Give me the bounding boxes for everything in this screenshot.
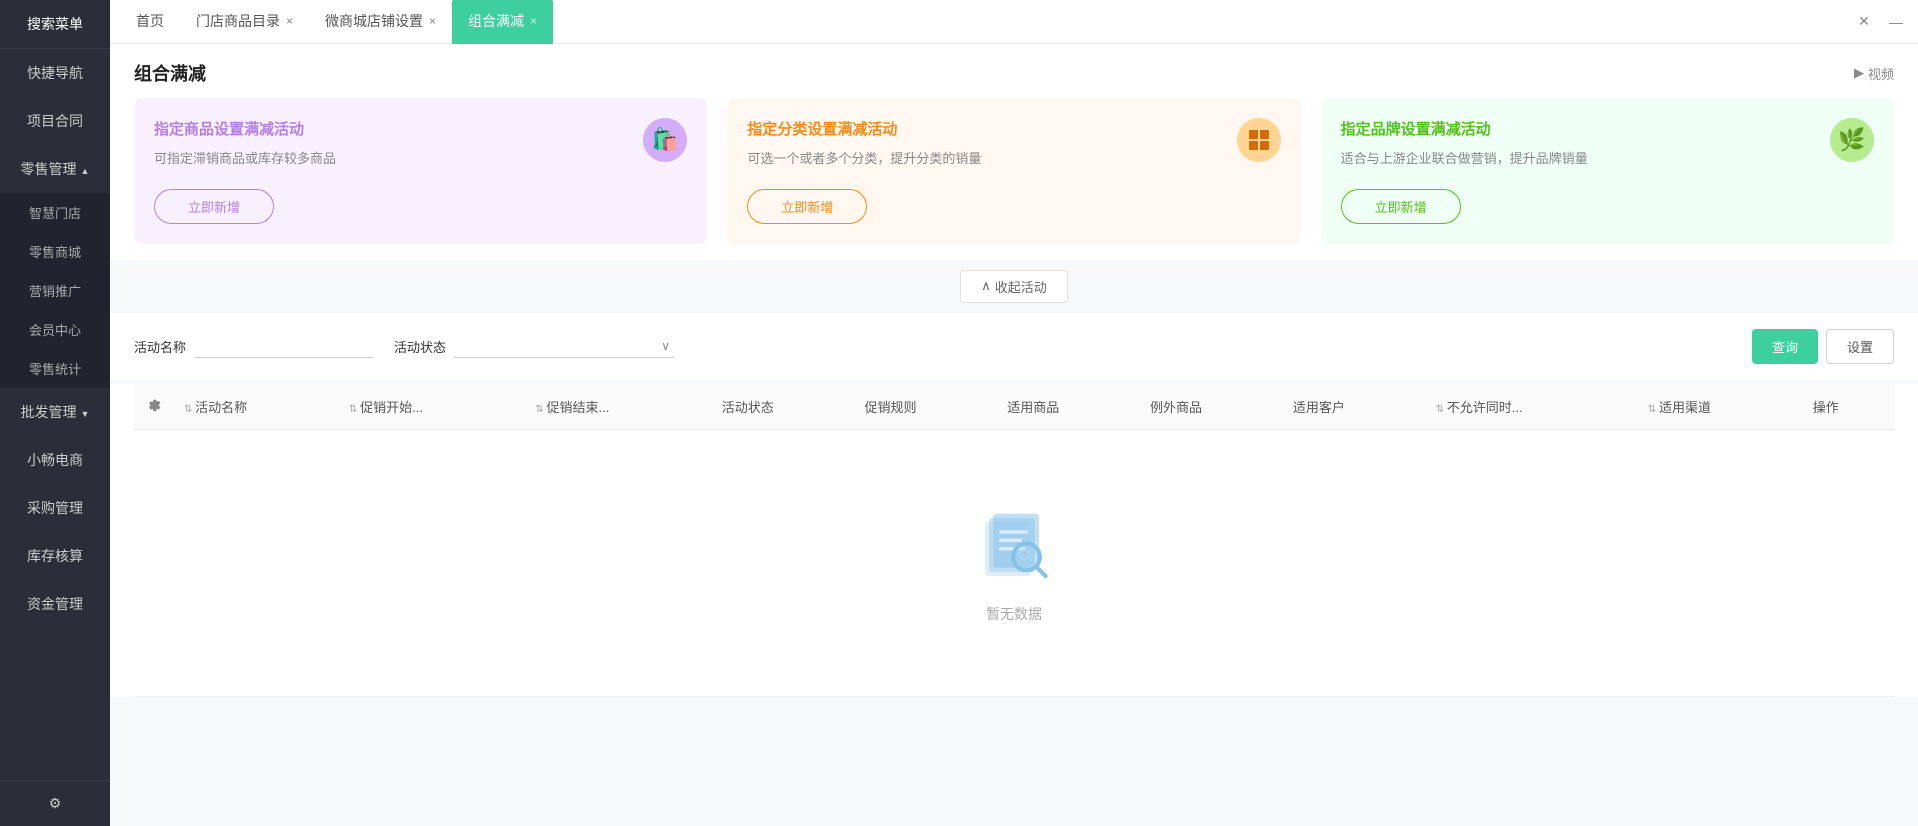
sidebar-item-xiaochangec[interactable]: 小畅电商 [0, 436, 110, 484]
filter-activity-status: 活动状态 进行中 已结束 未开始 [394, 334, 674, 358]
page-header: 组合满减 ▶ 视频 [110, 44, 1918, 98]
sidebar-item-finance[interactable]: 资金管理 [0, 580, 110, 628]
sidebar-sub-item-member-center[interactable]: 会员中心 [0, 310, 110, 349]
tab-store-catalog-close[interactable]: × [286, 14, 293, 28]
tab-combo-discount-label: 组合满减 [468, 11, 524, 31]
collapse-up-icon: ∧ [981, 278, 991, 294]
sidebar-item-quick-nav[interactable]: 快捷导航 [0, 49, 110, 97]
sidebar-item-project-contract[interactable]: 项目合同 [0, 97, 110, 145]
tab-home[interactable]: 首页 [120, 0, 180, 44]
video-label: 视频 [1868, 64, 1894, 83]
product-card-desc: 可指定滞销商品或库存较多商品 [154, 149, 687, 169]
window-minimize-btn[interactable]: — [1884, 10, 1908, 34]
th-action: 操作 [1803, 384, 1894, 430]
gear-icon: ⚙ [49, 795, 62, 811]
category-card-icon [1237, 118, 1281, 162]
collapse-btn-label: 收起活动 [995, 277, 1047, 296]
sidebar-sub-item-retail-stats[interactable]: 零售统计 [0, 349, 110, 388]
window-close-btn[interactable]: ✕ [1852, 10, 1876, 34]
th-gear[interactable] [134, 384, 174, 430]
category-card: 指定分类设置满减活动 可选一个或者多个分类，提升分类的销量 立即新增 [727, 98, 1300, 244]
tab-wechat-settings-close[interactable]: × [429, 14, 436, 28]
page-content: 组合满减 ▶ 视频 🛍️ 指定商品设置满减活动 可指定滞销商品或库存较多商品 立… [110, 44, 1918, 826]
sidebar-sub-item-smart-store[interactable]: 智慧门店 [0, 193, 110, 232]
table-section: 活动名称 促销开始... 促销结束... 活动状态 促销规则 适用商品 例外商品… [110, 384, 1918, 697]
tab-combo-discount-close[interactable]: × [530, 14, 537, 28]
brand-card-title: 指定品牌设置满减活动 [1341, 118, 1874, 139]
product-card-title: 指定商品设置满减活动 [154, 118, 687, 139]
th-rule: 促销规则 [854, 384, 997, 430]
category-card-title: 指定分类设置满减活动 [747, 118, 1280, 139]
brand-card-desc: 适合与上游企业联合做营销，提升品牌销量 [1341, 149, 1874, 169]
tab-store-catalog-label: 门店商品目录 [196, 11, 280, 31]
filter-actions: 查询 设置 [1752, 329, 1894, 364]
tab-wechat-settings-label: 微商城店铺设置 [325, 11, 423, 31]
tab-store-catalog[interactable]: 门店商品目录 × [180, 0, 309, 44]
tab-combo-discount[interactable]: 组合满减 × [452, 0, 553, 44]
filter-activity-name: 活动名称 [134, 334, 374, 358]
th-products: 适用商品 [997, 384, 1140, 430]
cards-row: 🛍️ 指定商品设置满减活动 可指定滞销商品或库存较多商品 立即新增 [134, 98, 1894, 244]
tab-bar-actions: ✕ — [1852, 10, 1908, 34]
product-card-add-btn[interactable]: 立即新增 [154, 189, 274, 224]
sidebar-sub-item-retail-mall[interactable]: 零售商城 [0, 232, 110, 271]
sidebar: 搜索菜单 快捷导航 项目合同 零售管理 智慧门店 零售商城 营销推广 会员中心 … [0, 0, 110, 826]
brand-card-add-btn[interactable]: 立即新增 [1341, 189, 1461, 224]
product-card: 🛍️ 指定商品设置满减活动 可指定滞销商品或库存较多商品 立即新增 [134, 98, 707, 244]
sidebar-search[interactable]: 搜索菜单 [0, 0, 110, 49]
empty-text: 暂无数据 [986, 604, 1042, 624]
play-circle-icon: ▶ [1854, 65, 1864, 81]
data-table: 活动名称 促销开始... 促销结束... 活动状态 促销规则 适用商品 例外商品… [134, 384, 1894, 697]
filter-section: 活动名称 活动状态 进行中 已结束 未开始 查询 设置 [110, 313, 1918, 380]
sidebar-item-retail-management[interactable]: 零售管理 [0, 145, 110, 193]
category-card-add-btn[interactable]: 立即新增 [747, 189, 867, 224]
th-no-concurrent[interactable]: 不允许同时... [1426, 384, 1638, 430]
activity-status-label: 活动状态 [394, 337, 446, 356]
query-button[interactable]: 查询 [1752, 329, 1818, 364]
tab-wechat-settings[interactable]: 微商城店铺设置 × [309, 0, 452, 44]
page-title: 组合满减 [134, 60, 206, 86]
collapse-activities-btn[interactable]: ∧ 收起活动 [960, 270, 1068, 303]
th-activity-name[interactable]: 活动名称 [174, 384, 339, 430]
product-card-icon: 🛍️ [643, 118, 687, 162]
empty-state: 暂无数据 [144, 442, 1884, 684]
main-area: 首页 门店商品目录 × 微商城店铺设置 × 组合满减 × ✕ — 组合满减 ▶ … [110, 0, 1918, 826]
brand-card: 🌿 指定品牌设置满减活动 适合与上游企业联合做营销，提升品牌销量 立即新增 [1321, 98, 1894, 244]
table-gear-icon[interactable] [144, 396, 162, 414]
tab-bar: 首页 门店商品目录 × 微商城店铺设置 × 组合满减 × ✕ — [110, 0, 1918, 44]
video-link[interactable]: ▶ 视频 [1854, 64, 1894, 83]
th-channel[interactable]: 适用渠道 [1638, 384, 1803, 430]
sidebar-item-wholesale[interactable]: 批发管理 [0, 388, 110, 436]
sidebar-sub-item-marketing[interactable]: 营销推广 [0, 271, 110, 310]
category-card-desc: 可选一个或者多个分类，提升分类的销量 [747, 149, 1280, 169]
th-except: 例外商品 [1140, 384, 1283, 430]
th-start-date[interactable]: 促销开始... [339, 384, 525, 430]
sidebar-settings[interactable]: ⚙ [0, 780, 110, 826]
cards-section: 🛍️ 指定商品设置满减活动 可指定滞销商品或库存较多商品 立即新增 [110, 98, 1918, 260]
settings-button[interactable]: 设置 [1826, 329, 1894, 364]
activity-name-input[interactable] [194, 334, 374, 358]
sidebar-item-purchase[interactable]: 采购管理 [0, 484, 110, 532]
activity-status-select[interactable]: 进行中 已结束 未开始 [454, 334, 674, 358]
th-customers: 适用客户 [1283, 384, 1426, 430]
activity-name-label: 活动名称 [134, 337, 186, 356]
brand-card-icon: 🌿 [1830, 118, 1874, 162]
sidebar-item-inventory[interactable]: 库存核算 [0, 532, 110, 580]
collapse-bar: ∧ 收起活动 [110, 260, 1918, 313]
tab-home-label: 首页 [136, 11, 164, 31]
activity-status-select-wrapper: 进行中 已结束 未开始 [454, 334, 674, 358]
th-status: 活动状态 [712, 384, 855, 430]
empty-illustration [964, 502, 1064, 592]
th-end-date[interactable]: 促销结束... [525, 384, 711, 430]
